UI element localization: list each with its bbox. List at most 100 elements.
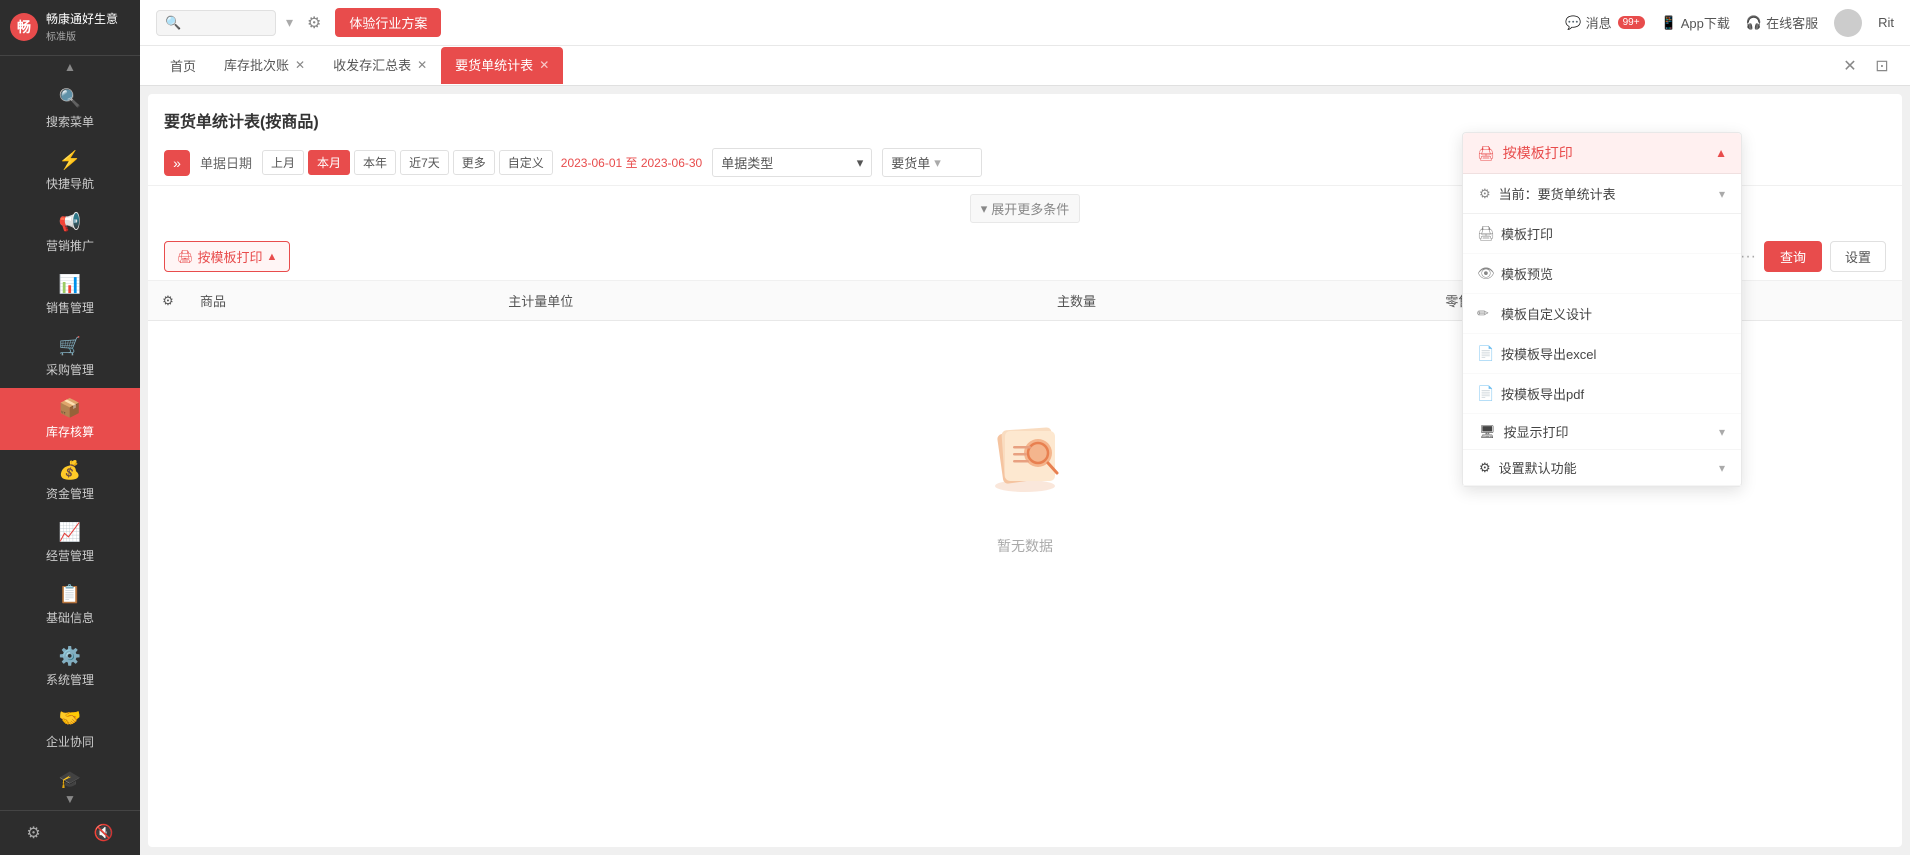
sidebar-label-purchase: 采购管理	[46, 361, 94, 378]
date-filter-buttons: 上月 本月 本年 近7天 更多 自定义 2023-06-01 至 2023-06…	[262, 150, 702, 175]
trial-button[interactable]: 体验行业方案	[335, 8, 441, 37]
sidebar-label-inventory: 库存核算	[46, 423, 94, 440]
user-avatar[interactable]	[1834, 9, 1862, 37]
sidebar-item-sales[interactable]: 📊 销售管理	[0, 264, 140, 326]
tab-order-stats[interactable]: 要货单统计表 ✕	[441, 47, 563, 84]
topbar-gear-icon[interactable]: ⚙	[303, 9, 325, 37]
logo-icon: 畅	[10, 13, 38, 41]
empty-text: 暂无数据	[997, 536, 1053, 556]
dropdown-current-item[interactable]: ⚙ 当前：要货单统计表 ▾	[1463, 174, 1741, 214]
tab-home[interactable]: 首页	[156, 48, 210, 83]
sidebar-item-search[interactable]: 🔍 搜索菜单	[0, 78, 140, 140]
dropdown-item-export-excel-label: 按模板导出excel	[1501, 344, 1596, 363]
app-download-button[interactable]: 📱 App下载	[1661, 13, 1730, 32]
order-type-dropdown-icon: ▾	[857, 155, 864, 171]
th-goods: 商品	[188, 281, 496, 321]
dropdown-item-export-pdf[interactable]: 📄 按模板导出pdf	[1463, 374, 1741, 414]
app-download-label: App下载	[1681, 13, 1730, 32]
basic-info-icon: 📋	[59, 584, 81, 605]
dropdown-section-display-print[interactable]: 🖥 按显示打印 ▾	[1463, 414, 1741, 450]
dropdown-current-label: 当前：要货单统计表	[1499, 184, 1616, 203]
search-dropdown-icon[interactable]: ▾	[286, 14, 293, 31]
inventory-icon: 📦	[59, 398, 81, 419]
messages-label: 消息	[1586, 13, 1612, 32]
dropdown-item-template-custom-design[interactable]: ✏ 模板自定义设计	[1463, 294, 1741, 334]
template-print-container: 🖨 按模板打印 ▲	[164, 241, 290, 272]
topbar-search-icon: 🔍	[165, 15, 181, 31]
dropdown-item-template-print[interactable]: 🖨 模板打印	[1463, 214, 1741, 254]
app-download-icon: 📱	[1661, 15, 1677, 31]
th-quantity: 主数量	[1045, 281, 1433, 321]
main-area: 🔍 ▾ ⚙ 体验行业方案 💬 消息 99+ 📱 App下载 🎧 在线客服 Rit	[140, 0, 1910, 855]
purchase-icon: 🛒	[59, 336, 81, 357]
dropdown-item-pdf-icon: 📄	[1477, 385, 1494, 402]
sidebar-item-guide[interactable]: 🎓 新手引导	[0, 760, 140, 788]
sidebar-label-search: 搜索菜单	[46, 113, 94, 130]
tab-close-receipt-summary[interactable]: ✕	[417, 58, 427, 72]
logo-badge: 标准版	[46, 28, 118, 43]
tab-close-inventory-batch[interactable]: ✕	[295, 58, 305, 72]
th-settings[interactable]: ⚙	[148, 281, 188, 321]
order-type-select[interactable]: 单据类型 ▾	[712, 148, 872, 177]
date-btn-this-year[interactable]: 本年	[354, 150, 396, 175]
dropdown-chevron-up[interactable]: ▲	[1715, 146, 1727, 160]
sidebar-scroll-down[interactable]: ▼	[0, 788, 140, 810]
date-btn-custom[interactable]: 自定义	[499, 150, 553, 175]
dropdown-printer-icon: 🖨	[1477, 145, 1495, 162]
sidebar: 畅 畅康通好生意 标准版 ▲ 🔍 搜索菜单 ⚡ 快捷导航 📢 营销推广 📊 销售…	[0, 0, 140, 855]
date-btn-prev-month[interactable]: 上月	[262, 150, 304, 175]
tab-close-order-stats[interactable]: ✕	[539, 58, 549, 72]
date-filter-label: 单据日期	[200, 153, 252, 172]
dropdown-section-set-default[interactable]: ⚙ 设置默认功能 ▾	[1463, 450, 1741, 486]
topbar-search-container[interactable]: 🔍	[156, 10, 276, 36]
sidebar-item-system[interactable]: ⚙️ 系统管理	[0, 636, 140, 698]
window-maximize-btn[interactable]: ⊡	[1870, 54, 1894, 78]
yaohuodan-filter[interactable]: 要货单 ▾	[882, 148, 982, 177]
sidebar-item-marketing[interactable]: 📢 营销推广	[0, 202, 140, 264]
sidebar-label-collab: 企业协同	[46, 733, 94, 750]
sidebar-label-system: 系统管理	[46, 671, 94, 688]
sidebar-scroll-up[interactable]: ▲	[0, 56, 140, 78]
collab-icon: 🤝	[59, 708, 81, 729]
expand-more-button[interactable]: ▾ 展开更多条件	[970, 194, 1081, 223]
logo-title: 畅康通好生意	[46, 12, 118, 28]
sales-icon: 📊	[59, 274, 81, 295]
settings-bottom-icon[interactable]: ⚙	[18, 819, 48, 847]
sidebar-item-collab[interactable]: 🤝 企业协同	[0, 698, 140, 760]
messages-button[interactable]: 💬 消息 99+	[1565, 13, 1644, 32]
date-range-text: 2023-06-01 至 2023-06-30	[561, 154, 702, 171]
sidebar-item-operations[interactable]: 📈 经营管理	[0, 512, 140, 574]
settings-button[interactable]: 设置	[1830, 241, 1886, 272]
sidebar-item-basic-info[interactable]: 📋 基础信息	[0, 574, 140, 636]
template-print-chevron: ▲	[267, 251, 278, 263]
order-type-label: 单据类型	[721, 153, 773, 172]
online-service-button[interactable]: 🎧 在线客服	[1746, 13, 1818, 32]
more-options-icon[interactable]: ···	[1740, 248, 1756, 266]
expand-more-label: 展开更多条件	[991, 199, 1069, 218]
sidebar-item-quick-nav[interactable]: ⚡ 快捷导航	[0, 140, 140, 202]
date-btn-this-month[interactable]: 本月	[308, 150, 350, 175]
dropdown-item-template-preview[interactable]: 👁 模板预览	[1463, 254, 1741, 294]
sidebar-label-operations: 经营管理	[46, 547, 94, 564]
sound-bottom-icon[interactable]: 🔇	[86, 819, 122, 847]
template-print-button[interactable]: 🖨 按模板打印 ▲	[164, 241, 290, 272]
topbar: 🔍 ▾ ⚙ 体验行业方案 💬 消息 99+ 📱 App下载 🎧 在线客服 Rit	[140, 0, 1910, 46]
sidebar-item-inventory[interactable]: 📦 库存核算	[0, 388, 140, 450]
date-btn-more[interactable]: 更多	[453, 150, 495, 175]
online-service-icon: 🎧	[1746, 15, 1762, 31]
date-btn-last-7days[interactable]: 近7天	[400, 150, 449, 175]
sidebar-item-purchase[interactable]: 🛒 采购管理	[0, 326, 140, 388]
sidebar-bottom: ⚙ 🔇	[0, 810, 140, 855]
dropdown-item-custom-design-label: 模板自定义设计	[1501, 304, 1592, 323]
dropdown-settings-icon: ⚙	[1479, 186, 1491, 202]
tab-receipt-summary[interactable]: 收发存汇总表 ✕	[319, 47, 441, 84]
sidebar-label-sales: 销售管理	[46, 299, 94, 316]
sidebar-item-finance[interactable]: 💰 资金管理	[0, 450, 140, 512]
query-button[interactable]: 查询	[1764, 241, 1822, 272]
topbar-search-input[interactable]	[185, 16, 265, 30]
dropdown-item-export-excel[interactable]: 📄 按模板导出excel	[1463, 334, 1741, 374]
window-close-btn[interactable]: ✕	[1838, 54, 1862, 78]
username-label: Rit	[1878, 15, 1894, 30]
filter-expand-button[interactable]: »	[164, 150, 190, 176]
tab-inventory-batch[interactable]: 库存批次账 ✕	[210, 47, 319, 84]
